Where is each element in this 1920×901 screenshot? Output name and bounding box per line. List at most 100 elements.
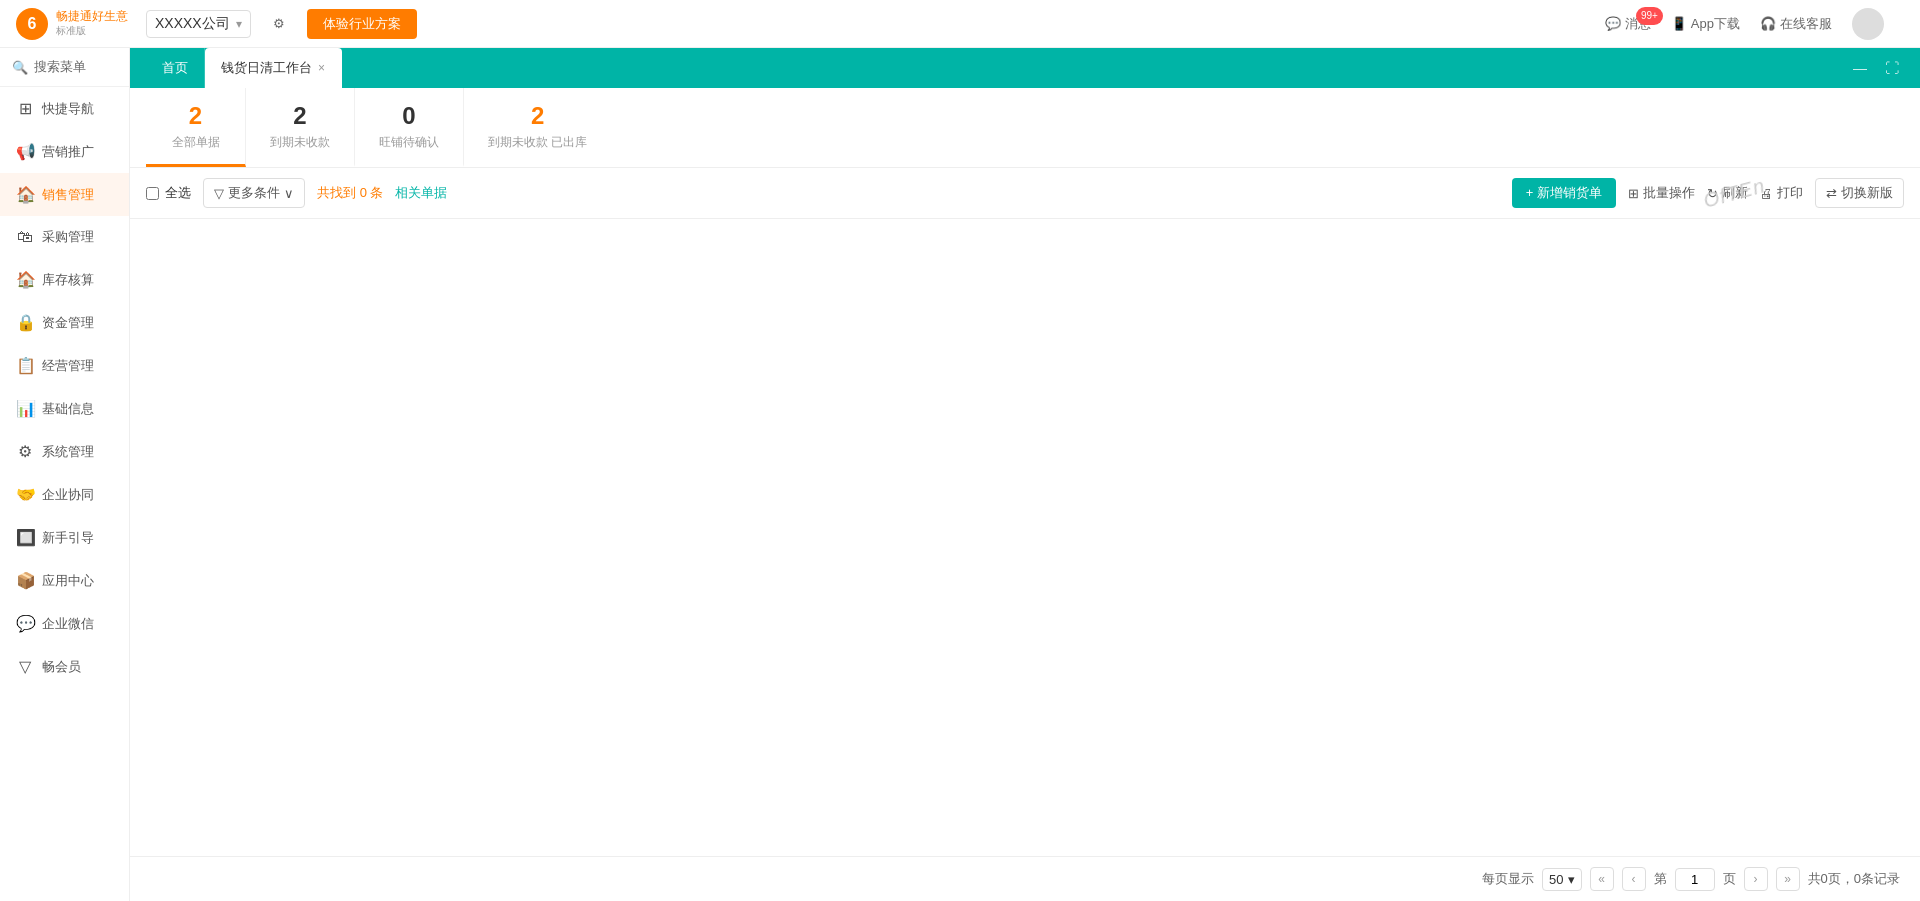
sidebar-item-operation[interactable]: 📋 经营管理: [0, 344, 129, 387]
batch-icon: ⊞: [1628, 186, 1639, 201]
top-header: 6 畅捷通好生意 标准版 XXXXX公司 ▾ ⚙ 体验行业方案 💬 消息 99+…: [0, 0, 1920, 48]
sidebar-item-inventory[interactable]: 🏠 库存核算: [0, 258, 129, 301]
operation-icon: 📋: [16, 356, 34, 375]
tab-minimize-button[interactable]: —: [1848, 56, 1872, 80]
per-page-label: 每页显示: [1482, 870, 1534, 888]
page-content: 2 全部单据 2 到期未收款 0 旺铺待确认 2 到期未收款 已出库: [130, 88, 1920, 901]
sidebar-item-cooperation[interactable]: 🤝 企业协同: [0, 473, 129, 516]
app-download-btn[interactable]: 📱 App下载: [1671, 15, 1740, 33]
stat-label-overdue-shipped: 到期未收款 已出库: [488, 134, 587, 151]
sidebar-item-sales[interactable]: 🏠 销售管理: [0, 173, 129, 216]
app-badge: 标准版: [56, 24, 128, 38]
header-right: 💬 消息 99+ 📱 App下载 🎧 在线客服: [1605, 8, 1904, 40]
page-size-selector[interactable]: 50 ▾: [1542, 868, 1581, 891]
sidebar-item-finance[interactable]: 🔒 资金管理: [0, 301, 129, 344]
sidebar-item-purchase[interactable]: 🛍 采购管理: [0, 216, 129, 258]
message-icon: 💬: [1605, 16, 1621, 31]
sidebar: 🔍 搜索菜单 ⊞ 快捷导航 📢 营销推广 🏠 销售管理 🛍 采购管理 🏠 库存核…: [0, 48, 130, 901]
found-number: 0: [360, 185, 367, 200]
chevron-down-icon: ▾: [236, 17, 242, 31]
sidebar-item-app-center[interactable]: 📦 应用中心: [0, 559, 129, 602]
batch-operation-button[interactable]: ⊞ 批量操作: [1628, 184, 1695, 202]
sidebar-item-member[interactable]: ▽ 畅会员: [0, 645, 129, 688]
sidebar-search[interactable]: 🔍 搜索菜单: [0, 48, 129, 87]
sidebar-item-label: 应用中心: [42, 572, 94, 590]
stat-tab-overdue[interactable]: 2 到期未收款: [246, 88, 355, 167]
experience-button[interactable]: 体验行业方案: [307, 9, 417, 39]
tab-maximize-button[interactable]: ⛶: [1880, 56, 1904, 80]
sidebar-item-enterprise-wx[interactable]: 💬 企业微信: [0, 602, 129, 645]
total-info: 共0页，0条记录: [1808, 870, 1900, 888]
sidebar-item-guide[interactable]: 🔲 新手引导: [0, 516, 129, 559]
stat-label-all: 全部单据: [172, 134, 220, 151]
tab-cash-ledger[interactable]: 钱货日清工作台 ×: [205, 48, 342, 88]
finance-icon: 🔒: [16, 313, 34, 332]
select-all-input[interactable]: [146, 187, 159, 200]
sidebar-item-label: 系统管理: [42, 443, 94, 461]
first-page-button[interactable]: «: [1590, 867, 1614, 891]
filter-icon: ▽: [214, 186, 224, 201]
next-page-button[interactable]: ›: [1744, 867, 1768, 891]
sidebar-item-label: 经营管理: [42, 357, 94, 375]
app-download-label: App下载: [1691, 15, 1740, 33]
sidebar-item-label: 企业协同: [42, 486, 94, 504]
message-btn[interactable]: 💬 消息 99+: [1605, 15, 1651, 33]
tab-home[interactable]: 首页: [146, 48, 205, 88]
online-service-btn[interactable]: 🎧 在线客服: [1760, 15, 1832, 33]
found-unit: 条: [370, 185, 383, 200]
search-icon: 🔍: [12, 60, 28, 75]
print-label: 打印: [1777, 184, 1803, 202]
select-all-checkbox[interactable]: 全选: [146, 184, 191, 202]
batch-label: 批量操作: [1643, 184, 1695, 202]
stat-count-pending: 0: [402, 102, 415, 130]
chevron-icon: ∨: [284, 186, 294, 201]
sidebar-item-label: 采购管理: [42, 228, 94, 246]
tab-cash-ledger-label: 钱货日清工作台: [221, 59, 312, 77]
page-suffix: 页: [1723, 870, 1736, 888]
stat-tab-overdue-shipped[interactable]: 2 到期未收款 已出库: [464, 88, 611, 167]
enterprise-wx-icon: 💬: [16, 614, 34, 633]
inventory-icon: 🏠: [16, 270, 34, 289]
switch-version-button[interactable]: ⇄ 切换新版: [1815, 178, 1904, 208]
marketing-icon: 📢: [16, 142, 34, 161]
company-name: XXXXX公司: [155, 15, 230, 33]
online-service-label: 在线客服: [1780, 15, 1832, 33]
stat-count-overdue: 2: [293, 102, 306, 130]
switch-icon: ⇄: [1826, 186, 1837, 201]
stats-bar: 2 全部单据 2 到期未收款 0 旺铺待确认 2 到期未收款 已出库: [130, 88, 1920, 168]
search-label: 搜索菜单: [34, 58, 86, 76]
purchase-icon: 🛍: [16, 228, 34, 246]
gear-button[interactable]: ⚙: [263, 8, 295, 40]
add-sales-order-button[interactable]: + 新增销货单: [1512, 178, 1616, 208]
guide-icon: 🔲: [16, 528, 34, 547]
sidebar-item-label: 畅会员: [42, 658, 81, 676]
sidebar-item-label: 快捷导航: [42, 100, 94, 118]
avatar[interactable]: [1852, 8, 1884, 40]
related-orders-link[interactable]: 相关单据: [395, 184, 447, 202]
basic-info-icon: 📊: [16, 399, 34, 418]
stat-label-pending: 旺铺待确认: [379, 134, 439, 151]
app-center-icon: 📦: [16, 571, 34, 590]
cooperation-icon: 🤝: [16, 485, 34, 504]
tab-actions: — ⛶: [1848, 56, 1904, 80]
toolbar: 全选 ▽ 更多条件 ∨ 共找到 0 条 相关单据 + 新增销货单: [130, 168, 1920, 219]
system-icon: ⚙: [16, 442, 34, 461]
stat-count-overdue-shipped: 2: [531, 102, 544, 130]
stat-tab-all[interactable]: 2 全部单据: [146, 88, 246, 167]
page-number-input[interactable]: [1675, 868, 1715, 891]
sidebar-item-marketing[interactable]: 📢 营销推广: [0, 130, 129, 173]
stat-count-all: 2: [189, 102, 202, 130]
sidebar-item-basic-info[interactable]: 📊 基础信息: [0, 387, 129, 430]
member-icon: ▽: [16, 657, 34, 676]
message-badge: 99+: [1636, 7, 1663, 25]
sidebar-item-quick-nav[interactable]: ⊞ 快捷导航: [0, 87, 129, 130]
stat-label-overdue: 到期未收款: [270, 134, 330, 151]
prev-page-button[interactable]: ‹: [1622, 867, 1646, 891]
logo-area: 6 畅捷通好生意 标准版: [16, 8, 146, 40]
sidebar-item-system[interactable]: ⚙ 系统管理: [0, 430, 129, 473]
last-page-button[interactable]: »: [1776, 867, 1800, 891]
filter-button[interactable]: ▽ 更多条件 ∨: [203, 178, 305, 208]
company-selector[interactable]: XXXXX公司 ▾: [146, 10, 251, 38]
stat-tab-pending[interactable]: 0 旺铺待确认: [355, 88, 464, 167]
tab-close-icon[interactable]: ×: [318, 61, 325, 75]
